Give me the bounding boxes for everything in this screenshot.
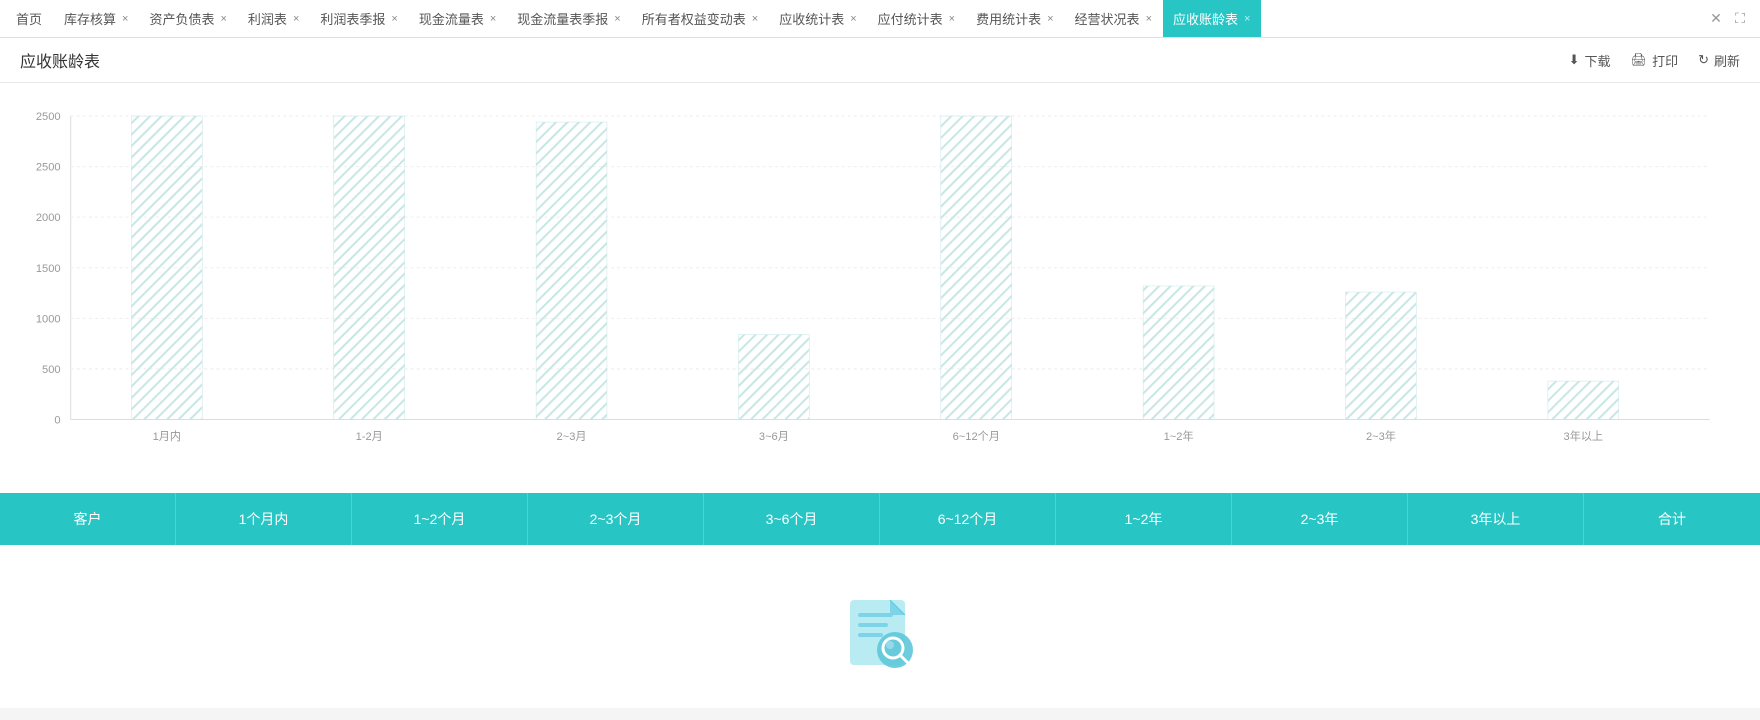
svg-text:2500: 2500	[36, 111, 61, 123]
th-1-2years: 1~2年	[1056, 493, 1232, 545]
download-button[interactable]: ⬇ 下载	[1569, 51, 1611, 70]
window-controls: ✕ ⛶	[1708, 11, 1756, 27]
tab-balance-sheet[interactable]: 资产负债表 ×	[139, 0, 237, 38]
bar-4	[738, 335, 809, 420]
svg-text:6~12个月: 6~12个月	[953, 430, 1000, 443]
bar-5	[941, 116, 1012, 420]
tab-equity[interactable]: 所有者权益变动表 ×	[632, 0, 769, 38]
close-tab-equity[interactable]: ×	[752, 13, 758, 25]
th-3years-plus: 3年以上	[1408, 493, 1584, 545]
tab-cashflow-quarterly[interactable]: 现金流量表季报 ×	[507, 0, 631, 38]
close-tab-operations[interactable]: ×	[1146, 13, 1152, 25]
bar-1	[131, 116, 202, 420]
close-tab-aging[interactable]: ×	[1244, 13, 1250, 25]
tab-aging[interactable]: 应收账龄表 ×	[1163, 0, 1261, 38]
th-customer: 客户	[0, 493, 176, 545]
svg-text:3~6月: 3~6月	[759, 431, 789, 443]
close-tab-payable-stats[interactable]: ×	[949, 13, 955, 25]
print-button[interactable]: 🖨 打印	[1631, 51, 1679, 70]
bar-6	[1143, 286, 1214, 420]
bar-8	[1548, 381, 1619, 419]
tab-expense-stats[interactable]: 费用统计表 ×	[966, 0, 1064, 38]
th-1-2months: 1~2个月	[352, 493, 528, 545]
svg-text:2500: 2500	[36, 162, 61, 174]
close-tab-cashflow[interactable]: ×	[490, 13, 496, 25]
tab-cashflow[interactable]: 现金流量表 ×	[409, 0, 507, 38]
close-tab-expense-stats[interactable]: ×	[1047, 13, 1053, 25]
refresh-icon: ↻	[1698, 52, 1709, 68]
th-3-6months: 3~6个月	[704, 493, 880, 545]
print-icon: 🖨	[1631, 52, 1648, 68]
refresh-button[interactable]: ↻ 刷新	[1698, 51, 1740, 70]
th-6-12months: 6~12个月	[880, 493, 1056, 545]
close-tab-inventory[interactable]: ×	[122, 13, 128, 25]
svg-text:1000: 1000	[36, 313, 61, 325]
svg-text:2000: 2000	[36, 212, 61, 224]
tab-receivable-stats[interactable]: 应收统计表 ×	[769, 0, 867, 38]
th-1month: 1个月内	[176, 493, 352, 545]
svg-text:0: 0	[54, 415, 60, 427]
close-tab-profit-quarterly[interactable]: ×	[391, 13, 397, 25]
table-header: 客户 1个月内 1~2个月 2~3个月 3~6个月 6~12个月 1~2年 2~…	[0, 493, 1760, 545]
tab-profit-quarterly[interactable]: 利润表季报 ×	[310, 0, 408, 38]
close-window-button[interactable]: ✕	[1708, 11, 1724, 27]
page-header: 应收账龄表 ⬇ 下载 🖨 打印 ↻ 刷新	[0, 38, 1760, 83]
svg-text:1月内: 1月内	[153, 429, 181, 443]
bar-chart: 0 500 1000 1500 2000 2500 2500	[10, 103, 1730, 473]
svg-text:3年以上: 3年以上	[1564, 429, 1604, 443]
close-tab-profit[interactable]: ×	[293, 13, 299, 25]
tab-home[interactable]: 首页	[4, 0, 54, 38]
tab-payable-stats[interactable]: 应付统计表 ×	[868, 0, 966, 38]
tab-inventory[interactable]: 库存核算 ×	[54, 0, 139, 38]
empty-state	[0, 545, 1760, 708]
download-icon: ⬇	[1569, 52, 1580, 68]
close-tab-balance[interactable]: ×	[220, 13, 226, 25]
bar-3	[536, 122, 607, 419]
svg-text:500: 500	[42, 364, 61, 376]
header-actions: ⬇ 下载 🖨 打印 ↻ 刷新	[1569, 51, 1740, 70]
chart-area: 0 500 1000 1500 2000 2500 2500	[0, 83, 1760, 493]
svg-text:1500: 1500	[36, 263, 61, 275]
tab-bar: 首页 库存核算 × 资产负债表 × 利润表 × 利润表季报 × 现金流量表 × …	[0, 0, 1760, 38]
bar-7	[1346, 292, 1417, 419]
svg-text:1-2月: 1-2月	[356, 431, 383, 443]
tab-operations[interactable]: 经营状况表 ×	[1065, 0, 1163, 38]
th-2-3months: 2~3个月	[528, 493, 704, 545]
close-tab-cashflow-quarterly[interactable]: ×	[614, 13, 620, 25]
empty-icon	[830, 585, 930, 688]
main-content: 0 500 1000 1500 2000 2500 2500	[0, 83, 1760, 708]
svg-text:2~3年: 2~3年	[1366, 429, 1396, 443]
svg-text:1~2年: 1~2年	[1164, 429, 1194, 443]
close-tab-receivable-stats[interactable]: ×	[850, 13, 856, 25]
th-2-3years: 2~3年	[1232, 493, 1408, 545]
page-title: 应收账龄表	[20, 48, 100, 72]
tab-profit[interactable]: 利润表 ×	[238, 0, 310, 38]
svg-text:2~3月: 2~3月	[557, 431, 587, 443]
maximize-window-button[interactable]: ⛶	[1732, 11, 1748, 27]
bar-2	[334, 116, 405, 420]
th-total: 合计	[1584, 493, 1760, 545]
